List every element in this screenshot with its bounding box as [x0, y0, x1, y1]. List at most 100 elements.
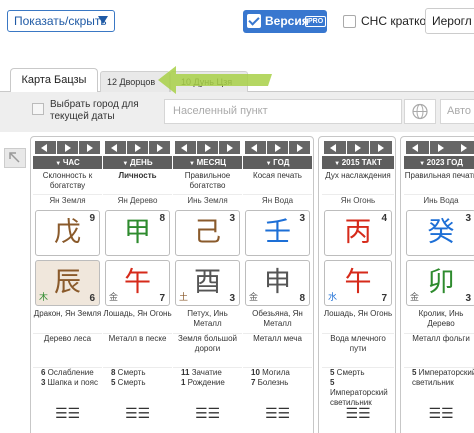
branch-number: 7: [159, 293, 165, 304]
life-stage: 6 Ослабление 3 Шапка и пояс: [33, 367, 102, 389]
prev-arrow-button[interactable]: [324, 141, 346, 154]
pillar-nav: [103, 141, 172, 154]
pillar-nav: [33, 141, 102, 154]
ten-god-relation: Косая печать: [253, 171, 302, 180]
earthly-branch-cell[interactable]: 酉 土 3: [175, 260, 240, 306]
stem-description: Инь Вода: [404, 194, 474, 206]
hexagram-icon: ☰☰: [428, 406, 454, 422]
earthly-branch-cell[interactable]: 午 水 7: [324, 260, 392, 306]
auto-time-input[interactable]: Авто: [440, 99, 474, 124]
next-arrow-button[interactable]: [370, 141, 392, 154]
stem-number: 3: [229, 213, 235, 224]
globe-icon: [412, 103, 428, 120]
next-arrow-button[interactable]: [430, 141, 453, 154]
next-arrow-button[interactable]: [453, 141, 474, 154]
expand-arrow-button[interactable]: [4, 148, 26, 168]
checkbox-checked-icon: [247, 14, 261, 28]
life-stage: 10 Могила 7 Болезнь: [243, 367, 312, 389]
prev-arrow-button[interactable]: [245, 141, 266, 154]
next-arrow-button[interactable]: [57, 141, 78, 154]
pillar-nav: [243, 141, 312, 154]
show-hide-dropdown[interactable]: Показать/скрыть: [7, 10, 115, 32]
hidden-element-glyph: 金: [109, 293, 119, 303]
prev-arrow-button[interactable]: [35, 141, 56, 154]
hexagram-icon: ☰☰: [345, 406, 371, 422]
city-for-current-date-label: Выбрать город для текущей даты: [50, 99, 139, 122]
earthly-branch-cell[interactable]: 辰 木 6: [35, 260, 100, 306]
pro-badge: PRO: [305, 16, 327, 27]
globe-icon-button[interactable]: [404, 99, 436, 124]
prev-arrow-button[interactable]: [105, 141, 126, 154]
branch-number: 6: [89, 293, 95, 304]
hexagram-icon: ☰☰: [54, 406, 81, 422]
next-arrow-button[interactable]: [127, 141, 148, 154]
tab-12-palaces[interactable]: 12 Дворцов: [100, 71, 170, 92]
next-arrow-button[interactable]: [289, 141, 310, 154]
ten-god-relation: Личность: [118, 171, 157, 180]
pillar-nav: [173, 141, 242, 154]
stem-number: 3: [465, 213, 471, 224]
hieroglyphs-select[interactable]: Иерогл: [425, 8, 474, 34]
dropdown-icon: ▼: [122, 161, 131, 167]
city-for-current-date-checkbox[interactable]: [32, 103, 44, 115]
stem-number: 3: [299, 213, 305, 224]
locality-input[interactable]: Населенный пункт: [164, 99, 402, 124]
year-pillar-panel: ▼ 2023 ГОД Правильная печать Инь Вода 癸 …: [400, 136, 474, 433]
earthly-branch-cell[interactable]: 午 金 7: [105, 260, 170, 306]
earthly-branch-cell[interactable]: 卯 金 3: [406, 260, 474, 306]
nayin-element: Дерево леса: [33, 333, 102, 355]
show-hide-label: Показать/скрыть: [14, 14, 107, 28]
heavenly-stem-cell[interactable]: 甲 8: [105, 210, 170, 256]
nayin-element: Металл в песке: [103, 333, 172, 355]
ten-god-relation: Дух наслаждения: [325, 171, 391, 180]
animal-description: Дракон, Ян Земля: [33, 309, 102, 318]
pillar-header[interactable]: ▼ ЧАС: [33, 156, 102, 169]
pillar-header[interactable]: ▼ 2023 ГОД: [404, 156, 474, 169]
pillar-header[interactable]: ▼ ДЕНЬ: [103, 156, 172, 169]
stem-number: 9: [89, 213, 95, 224]
tab-qimen[interactable]: 10 Дунь Цзя: [170, 71, 248, 92]
luck-pillar-panel: ▼ 2015 ТАКТ Дух наслаждения Ян Огонь 丙 4…: [318, 136, 396, 433]
sns-short-checkbox[interactable]: [343, 15, 356, 28]
tab-bazi-chart[interactable]: Карта Бацзы: [10, 68, 98, 93]
branch-number: 3: [465, 293, 471, 304]
next-arrow-button[interactable]: [149, 141, 170, 154]
next-arrow-button[interactable]: [267, 141, 288, 154]
life-stage: 5 Смерть 5 Императорский светильник: [322, 367, 394, 407]
dropdown-icon: ▼: [334, 161, 342, 167]
nayin-element: Металл фольги: [404, 333, 474, 355]
hexagram-icon: ☰☰: [124, 406, 151, 422]
arrow-expand-icon: [9, 152, 20, 163]
pillar-header[interactable]: ▼ 2015 ТАКТ: [322, 156, 394, 169]
heavenly-stem-cell[interactable]: 己 3: [175, 210, 240, 256]
next-arrow-button[interactable]: [347, 141, 369, 154]
pillar-nav: [322, 141, 394, 154]
next-arrow-button[interactable]: [197, 141, 218, 154]
next-arrow-button[interactable]: [219, 141, 240, 154]
prev-arrow-button[interactable]: [406, 141, 429, 154]
heavenly-stem-cell[interactable]: 戊 9: [35, 210, 100, 256]
city-selector-row: Выбрать город для текущей даты Населенны…: [0, 92, 474, 132]
heavenly-stem-cell[interactable]: 丙 4: [324, 210, 392, 256]
next-arrow-button[interactable]: [79, 141, 100, 154]
earthly-branch-cell[interactable]: 申 金 8: [245, 260, 310, 306]
branch-number: 8: [299, 293, 305, 304]
heavenly-stem-cell[interactable]: 癸 3: [406, 210, 474, 256]
stem-hieroglyph: 癸: [427, 217, 455, 248]
life-stage: 5 Императорский светильник: [404, 367, 474, 389]
nayin-element: Земля большой дороги: [173, 333, 242, 355]
version-pro-toggle[interactable]: Версия PRO: [243, 10, 327, 33]
ten-god-relation: Правильное богатство: [184, 171, 231, 190]
pillar-header[interactable]: ▼ ГОД: [243, 156, 312, 169]
branch-number: 7: [381, 293, 387, 304]
heavenly-stem-cell[interactable]: 壬 3: [245, 210, 310, 256]
stem-description: Ян Дерево: [103, 194, 172, 206]
hidden-element-glyph: 金: [410, 293, 420, 303]
pillar-header[interactable]: ▼ МЕСЯЦ: [173, 156, 242, 169]
dropdown-icon: ▼: [55, 161, 63, 167]
prev-arrow-button[interactable]: [175, 141, 196, 154]
hexagram-icon: ☰☰: [264, 406, 291, 422]
natal-chart-panel: ▼ ЧАС Склонность к богатству Ян Земля 戊 …: [30, 136, 314, 433]
chevron-down-icon: [98, 16, 108, 24]
stem-description: Ян Земля: [33, 194, 102, 206]
